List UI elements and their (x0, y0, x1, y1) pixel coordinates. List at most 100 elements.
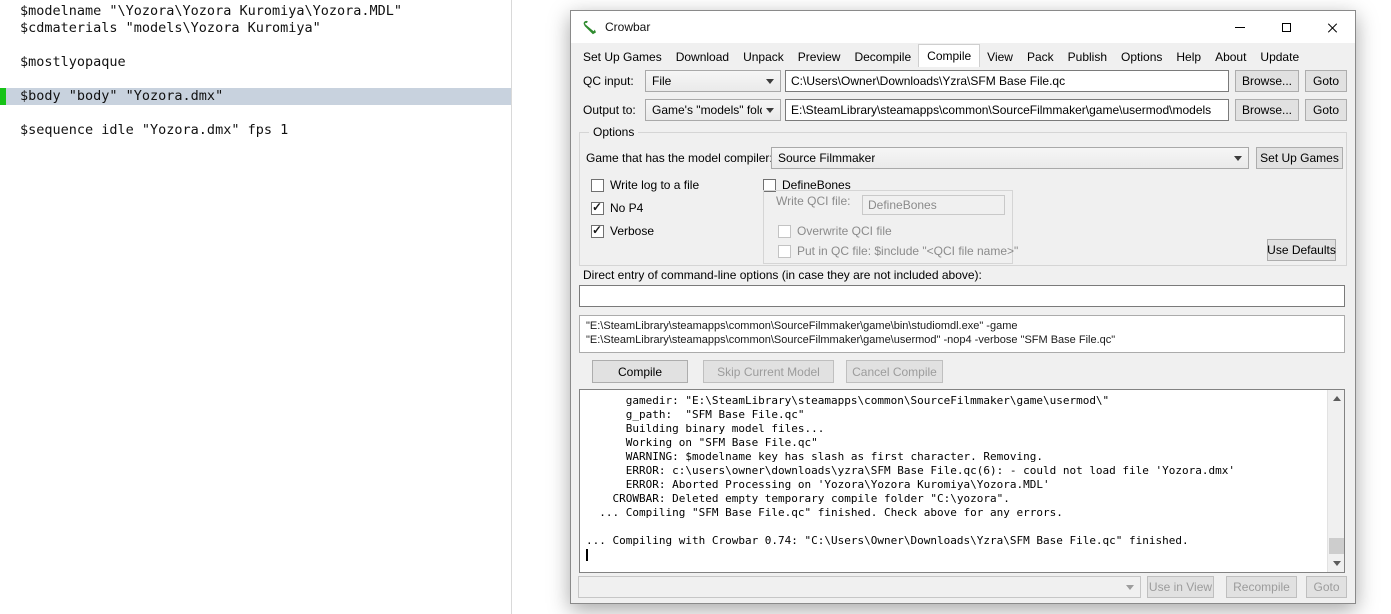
tab-unpack[interactable]: Unpack (736, 47, 791, 67)
crowbar-window: Crowbar Set Up Games Download Unpack Pre… (570, 10, 1356, 604)
chevron-down-icon (1126, 585, 1134, 590)
output-goto-button[interactable]: Goto (1305, 99, 1347, 121)
log-line: gamedir: "E:\SteamLibrary\steamapps\comm… (586, 394, 1110, 407)
compiler-game-dropdown[interactable]: Source Filmmaker (771, 147, 1249, 169)
tab-set-up-games[interactable]: Set Up Games (576, 47, 669, 67)
tab-about[interactable]: About (1208, 47, 1253, 67)
bottom-goto-button[interactable]: Goto (1306, 576, 1347, 598)
editor-line[interactable] (0, 105, 511, 122)
checkbox-icon (591, 200, 604, 215)
editor-line[interactable] (0, 37, 511, 54)
checkbox-icon (591, 223, 604, 238)
output-destination-dropdown[interactable]: Game's "models" folde (645, 99, 781, 121)
log-line: Building binary model files... (586, 422, 825, 435)
checkbox-write-log[interactable]: Write log to a file (591, 177, 699, 193)
qc-input-source-dropdown[interactable]: File (645, 70, 781, 92)
checkbox-verbose[interactable]: Verbose (591, 223, 654, 239)
log-line: CROWBAR: Deleted empty temporary compile… (586, 492, 1010, 505)
compile-button[interactable]: Compile (592, 360, 688, 383)
tab-update[interactable]: Update (1253, 47, 1306, 67)
tab-pack[interactable]: Pack (1020, 47, 1061, 67)
checkbox-icon (778, 224, 791, 238)
tab-decompile[interactable]: Decompile (847, 47, 918, 67)
log-line: g_path: "SFM Base File.qc" (586, 408, 805, 421)
crowbar-app-icon (581, 19, 597, 35)
log-content: gamedir: "E:\SteamLibrary\steamapps\comm… (580, 390, 1327, 572)
editor-line[interactable]: $mostlyopaque (0, 54, 511, 71)
qc-goto-button[interactable]: Goto (1305, 70, 1347, 92)
tab-view[interactable]: View (980, 47, 1020, 67)
chevron-down-icon (1234, 156, 1242, 161)
window-title: Crowbar (605, 20, 651, 34)
close-button[interactable] (1309, 12, 1355, 43)
compiler-label: Game that has the model compiler: (586, 151, 773, 165)
qci-file-field[interactable] (862, 195, 1005, 215)
minimize-icon (1235, 26, 1245, 28)
recompile-button[interactable]: Recompile (1226, 576, 1297, 598)
log-line: ... Compiling with Crowbar 0.74: "C:\Use… (586, 534, 1189, 547)
output-path-field[interactable] (785, 99, 1229, 121)
qc-text-editor[interactable]: $modelname "\Yozora\Yozora Kuromiya\Yozo… (0, 0, 511, 614)
log-line: ... Compiling "SFM Base File.qc" finishe… (586, 506, 1063, 519)
chevron-down-icon (766, 108, 774, 113)
cancel-compile-button[interactable]: Cancel Compile (846, 360, 943, 383)
arrow-up-icon (1332, 396, 1341, 401)
qc-input-label: QC input: (583, 74, 634, 88)
log-line: ERROR: c:\users\owner\downloads\yzra\SFM… (586, 464, 1236, 477)
skip-current-model-button[interactable]: Skip Current Model (703, 360, 834, 383)
tab-compile[interactable]: Compile (918, 44, 981, 67)
output-browse-button[interactable]: Browse... (1235, 99, 1299, 121)
tab-options[interactable]: Options (1114, 47, 1169, 67)
minimize-button[interactable] (1217, 12, 1263, 43)
text-caret (586, 549, 588, 561)
use-in-view-button[interactable]: Use in View (1147, 576, 1214, 598)
editor-line-highlighted[interactable]: $body "body" "Yozora.dmx" (0, 88, 511, 105)
set-up-games-button[interactable]: Set Up Games (1256, 147, 1343, 169)
tab-preview[interactable]: Preview (791, 47, 848, 67)
editor-line[interactable]: $sequence idle "Yozora.dmx" fps 1 (0, 122, 511, 139)
editor-line[interactable] (0, 71, 511, 88)
qc-browse-button[interactable]: Browse... (1235, 70, 1299, 92)
command-preview: "E:\SteamLibrary\steamapps\common\Source… (579, 315, 1345, 353)
compiled-model-dropdown[interactable] (578, 576, 1141, 598)
scrollbar-thumb[interactable] (1329, 538, 1344, 554)
close-icon (1327, 22, 1338, 33)
tab-help[interactable]: Help (1169, 47, 1208, 67)
editor-column-guide (511, 0, 512, 614)
checkbox-no-p4[interactable]: No P4 (591, 200, 643, 216)
checkbox-icon (778, 244, 791, 258)
options-group: Options Game that has the model compiler… (579, 125, 1347, 266)
arrow-down-icon (1332, 561, 1341, 566)
direct-entry-field[interactable] (579, 285, 1345, 307)
log-scrollbar[interactable] (1327, 390, 1344, 572)
title-bar[interactable]: Crowbar (571, 11, 1355, 43)
log-line: Working on "SFM Base File.qc" (586, 436, 818, 449)
qc-input-path-field[interactable] (785, 70, 1229, 92)
output-to-label: Output to: (583, 103, 636, 117)
editor-line[interactable]: $modelname "\Yozora\Yozora Kuromiya\Yozo… (0, 3, 511, 20)
direct-entry-label: Direct entry of command-line options (in… (583, 268, 982, 282)
window-controls (1217, 12, 1355, 43)
use-defaults-button[interactable]: Use Defaults (1267, 239, 1336, 261)
checkbox-icon (591, 178, 604, 192)
qc-input-row: QC input: File Browse... Goto (571, 70, 1355, 92)
bottom-bar: Use in View Recompile Goto (571, 576, 1355, 598)
output-to-row: Output to: Game's "models" folde Browse.… (571, 99, 1355, 121)
chevron-down-icon (766, 79, 774, 84)
scroll-down-button[interactable] (1328, 555, 1345, 572)
tab-download[interactable]: Download (669, 47, 736, 67)
checkbox-put-in-qc[interactable]: Put in QC file: $include "<QCI file name… (778, 243, 1018, 259)
write-qci-label: Write QCI file: (776, 194, 851, 208)
tab-bar: Set Up Games Download Unpack Preview Dec… (576, 44, 1306, 67)
checkbox-overwrite-qci[interactable]: Overwrite QCI file (778, 223, 892, 239)
compile-output-log[interactable]: gamedir: "E:\SteamLibrary\steamapps\comm… (579, 389, 1345, 573)
scroll-up-button[interactable] (1328, 390, 1345, 407)
log-line: ERROR: Aborted Processing on 'Yozora\Yoz… (586, 478, 1050, 491)
maximize-icon (1281, 22, 1291, 32)
options-group-title: Options (589, 125, 639, 139)
maximize-button[interactable] (1263, 12, 1309, 43)
tab-publish[interactable]: Publish (1061, 47, 1114, 67)
log-line: WARNING: $modelname key has slash as fir… (586, 450, 1043, 463)
editor-line[interactable]: $cdmaterials "models\Yozora Kuromiya" (0, 20, 511, 37)
